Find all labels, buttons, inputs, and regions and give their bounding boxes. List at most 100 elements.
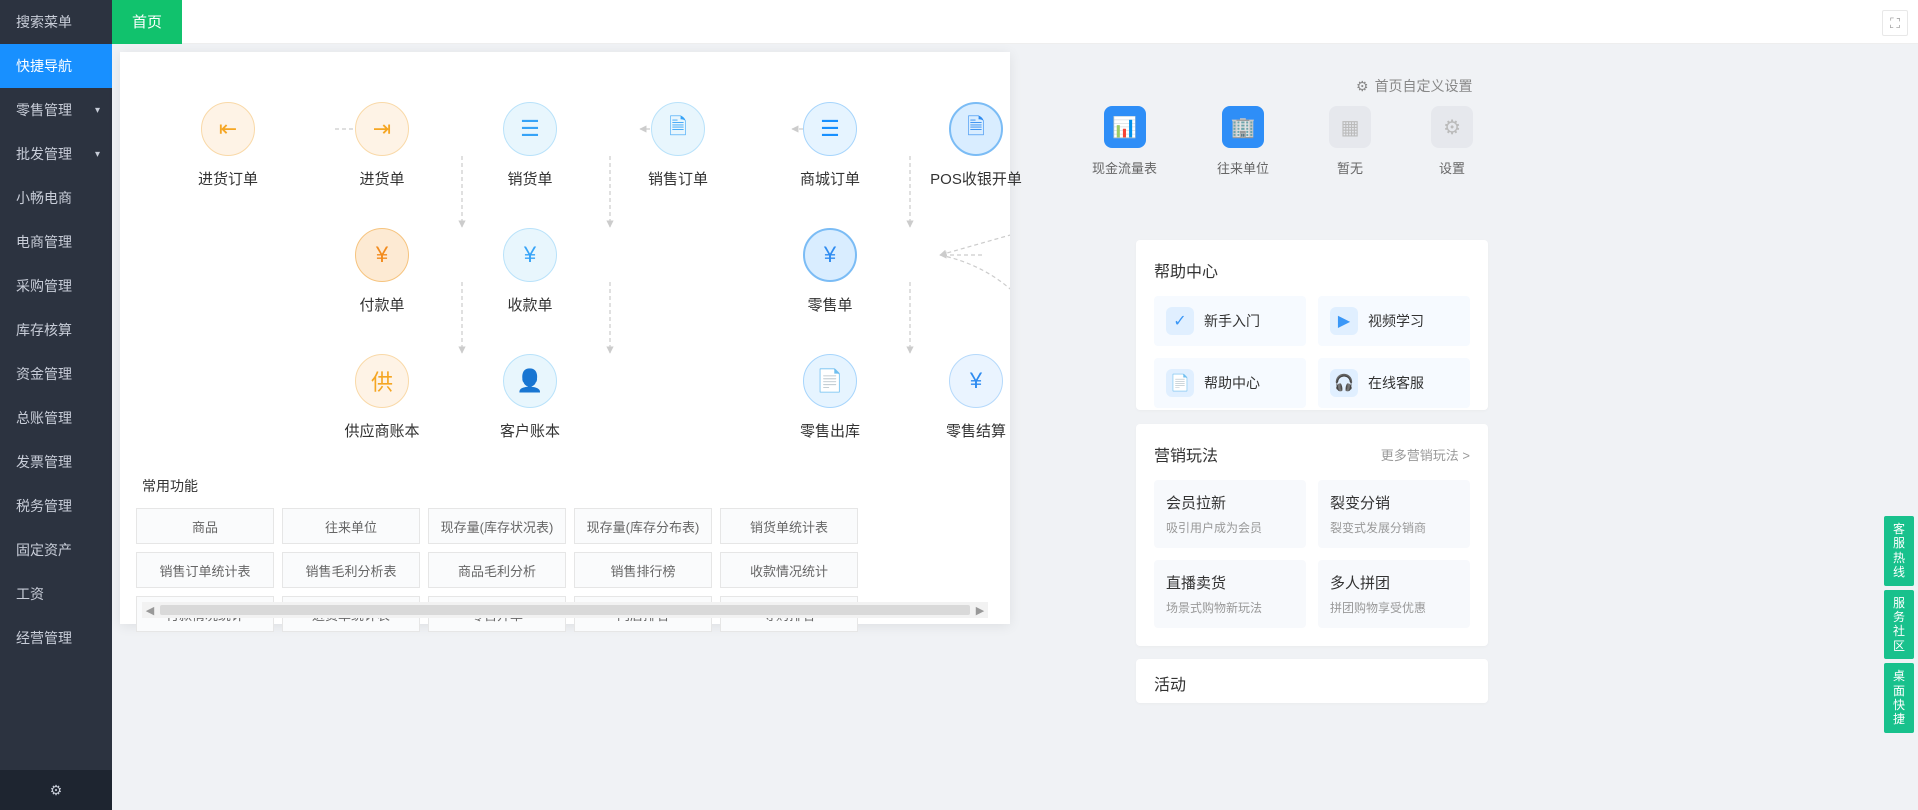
flow-node-n1[interactable]: ⇤进货订单 xyxy=(148,102,308,189)
fullscreen-icon[interactable]: ⛶ xyxy=(1882,10,1908,36)
sidebar-item-13[interactable]: 工资 xyxy=(0,572,112,616)
flow-icon: ¥ xyxy=(355,228,409,282)
home-custom-settings[interactable]: ⚙ 首页自定义设置 xyxy=(1356,76,1473,96)
sidebar-item-7[interactable]: 库存核算 xyxy=(0,308,112,352)
sidebar: 搜索菜单快捷导航零售管理▾批发管理▾小畅电商电商管理采购管理库存核算资金管理总账… xyxy=(0,0,112,810)
flow-label: POS收银开单 xyxy=(896,168,1056,189)
common-func-6[interactable]: 销售毛利分析表 xyxy=(282,552,420,588)
flow-icon: 📄 xyxy=(803,354,857,408)
flow-icon: ⇤ xyxy=(201,102,255,156)
sidebar-item-1[interactable]: 快捷导航 xyxy=(0,44,112,88)
common-func-8[interactable]: 销售排行榜 xyxy=(574,552,712,588)
flow-node-n13[interactable]: ¥零售结算 xyxy=(896,354,1056,441)
common-func-4[interactable]: 销货单统计表 xyxy=(720,508,858,544)
flow-node-n11[interactable]: 👤 客户账本 xyxy=(450,354,610,441)
flow-node-n4[interactable]: 🗎 销售订单 xyxy=(598,102,758,189)
more-marketing-link[interactable]: 更多营销玩法 > xyxy=(1381,445,1470,464)
common-func-7[interactable]: 商品毛利分析 xyxy=(428,552,566,588)
flow-node-n6[interactable]: 🗎 POS收银开单 xyxy=(896,102,1056,189)
flow-label: 零售出库 xyxy=(750,420,910,441)
toolbar-item-1[interactable]: 🏢往来单位 xyxy=(1217,106,1269,177)
toolbar-item-2[interactable]: ▦暂无 xyxy=(1329,106,1371,177)
flow-icon: 🗎 xyxy=(651,102,705,156)
flow-icon: 👤 xyxy=(503,354,557,408)
flow-node-n7[interactable]: ¥付款单 xyxy=(302,228,462,315)
content-area: ⚙ 首页自定义设置 📊现金流量表 🏢往来单位 ▦暂无 ⚙设置 xyxy=(112,44,1918,810)
flow-icon: ¥ xyxy=(503,228,557,282)
gear-icon: ⚙ xyxy=(1356,78,1369,95)
help-icon: ✓ xyxy=(1166,307,1194,335)
marketing-item-title: 裂变分销 xyxy=(1330,492,1458,513)
flow-diagram: ⇤进货订单⇥进货单☰销货单🗎销售订单☰商城订单🗎POS收银开单¥付款单¥收款单¥… xyxy=(120,72,1010,472)
flow-node-n5[interactable]: ☰ 商城订单 xyxy=(750,102,910,189)
help-icon: 📄 xyxy=(1166,369,1194,397)
help-center-card: 帮助中心 ✓新手入门 ▶ 视频学习 📄帮助中心🎧在线客服 xyxy=(1136,240,1488,410)
flow-node-n9[interactable]: ¥零售单 xyxy=(750,228,910,315)
sidebar-item-12[interactable]: 固定资产 xyxy=(0,528,112,572)
marketing-item-0[interactable]: 会员拉新吸引用户成为会员 xyxy=(1154,480,1306,548)
marketing-title: 营销玩法 xyxy=(1154,442,1218,466)
common-func-0[interactable]: 商品 xyxy=(136,508,274,544)
flow-node-n3[interactable]: ☰ 销货单 xyxy=(450,102,610,189)
flow-icon: ☰ xyxy=(503,102,557,156)
help-item-1[interactable]: ▶ 视频学习 xyxy=(1318,296,1470,346)
flow-node-n10[interactable]: 供供应商账本 xyxy=(302,354,462,441)
scroll-left-arrow[interactable]: ◀ xyxy=(142,602,158,618)
flow-label: 销售订单 xyxy=(598,168,758,189)
marketing-item-1[interactable]: 裂变分销裂变式发展分销商 xyxy=(1318,480,1470,548)
flow-icon: ☰ xyxy=(803,102,857,156)
flow-label: 销货单 xyxy=(450,168,610,189)
rail-item-1[interactable]: 服务社区 xyxy=(1884,590,1914,660)
chevron-down-icon: ▾ xyxy=(95,149,100,160)
sidebar-item-2[interactable]: 零售管理▾ xyxy=(0,88,112,132)
flow-node-n12[interactable]: 📄 零售出库 xyxy=(750,354,910,441)
marketing-item-desc: 场景式购物新玩法 xyxy=(1166,599,1294,616)
scroll-right-arrow[interactable]: ▶ xyxy=(972,602,988,618)
rail-item-0[interactable]: 客服热线 xyxy=(1884,516,1914,586)
sidebar-item-5[interactable]: 电商管理 xyxy=(0,220,112,264)
toolbar-label: 暂无 xyxy=(1329,158,1371,177)
marketing-item-2[interactable]: 直播卖货场景式购物新玩法 xyxy=(1154,560,1306,628)
flow-node-n2[interactable]: ⇥进货单 xyxy=(302,102,462,189)
chevron-down-icon: ▾ xyxy=(95,105,100,116)
common-func-3[interactable]: 现存量(库存分布表) xyxy=(574,508,712,544)
sidebar-item-10[interactable]: 发票管理 xyxy=(0,440,112,484)
sidebar-item-3[interactable]: 批发管理▾ xyxy=(0,132,112,176)
tab-home[interactable]: 首页 xyxy=(112,0,182,44)
common-func-2[interactable]: 现存量(库存状况表) xyxy=(428,508,566,544)
marketing-item-desc: 拼团购物享受优惠 xyxy=(1330,599,1458,616)
sidebar-item-11[interactable]: 税务管理 xyxy=(0,484,112,528)
sidebar-item-6[interactable]: 采购管理 xyxy=(0,264,112,308)
sidebar-item-9[interactable]: 总账管理 xyxy=(0,396,112,440)
flow-icon: 🗎 xyxy=(949,102,1003,156)
toolbar-item-3[interactable]: ⚙设置 xyxy=(1431,106,1473,177)
flow-label: 客户账本 xyxy=(450,420,610,441)
marketing-item-3[interactable]: 多人拼团拼团购物享受优惠 xyxy=(1318,560,1470,628)
help-center-title: 帮助中心 xyxy=(1154,258,1470,282)
help-item-2[interactable]: 📄帮助中心 xyxy=(1154,358,1306,408)
help-item-0[interactable]: ✓新手入门 xyxy=(1154,296,1306,346)
toolbar-item-0[interactable]: 📊现金流量表 xyxy=(1092,106,1157,177)
toolbar-icon: ⚙ xyxy=(1431,106,1473,148)
sidebar-item-0[interactable]: 搜索菜单 xyxy=(0,0,112,44)
float-rail: 客服热线服务社区桌面快捷 xyxy=(1884,516,1914,737)
flow-node-n8[interactable]: ¥收款单 xyxy=(450,228,610,315)
activity-card: 活动 xyxy=(1136,659,1488,703)
help-label: 视频学习 xyxy=(1368,311,1424,331)
sidebar-item-8[interactable]: 资金管理 xyxy=(0,352,112,396)
rail-item-2[interactable]: 桌面快捷 xyxy=(1884,663,1914,733)
common-func-9[interactable]: 收款情况统计 xyxy=(720,552,858,588)
sidebar-item-4[interactable]: 小畅电商 xyxy=(0,176,112,220)
help-icon: ▶ xyxy=(1330,307,1358,335)
marketing-item-title: 多人拼团 xyxy=(1330,572,1458,593)
settings-gear-button[interactable]: ⚙ xyxy=(0,770,112,810)
help-item-3[interactable]: 🎧在线客服 xyxy=(1318,358,1470,408)
horizontal-scrollbar[interactable]: ◀ ▶ xyxy=(142,602,988,618)
sidebar-item-14[interactable]: 经营管理 xyxy=(0,616,112,660)
flow-label: 商城订单 xyxy=(750,168,910,189)
flow-icon: ¥ xyxy=(949,354,1003,408)
common-func-5[interactable]: 销售订单统计表 xyxy=(136,552,274,588)
flow-label: 进货单 xyxy=(302,168,462,189)
common-func-1[interactable]: 往来单位 xyxy=(282,508,420,544)
scroll-thumb[interactable] xyxy=(160,605,970,615)
